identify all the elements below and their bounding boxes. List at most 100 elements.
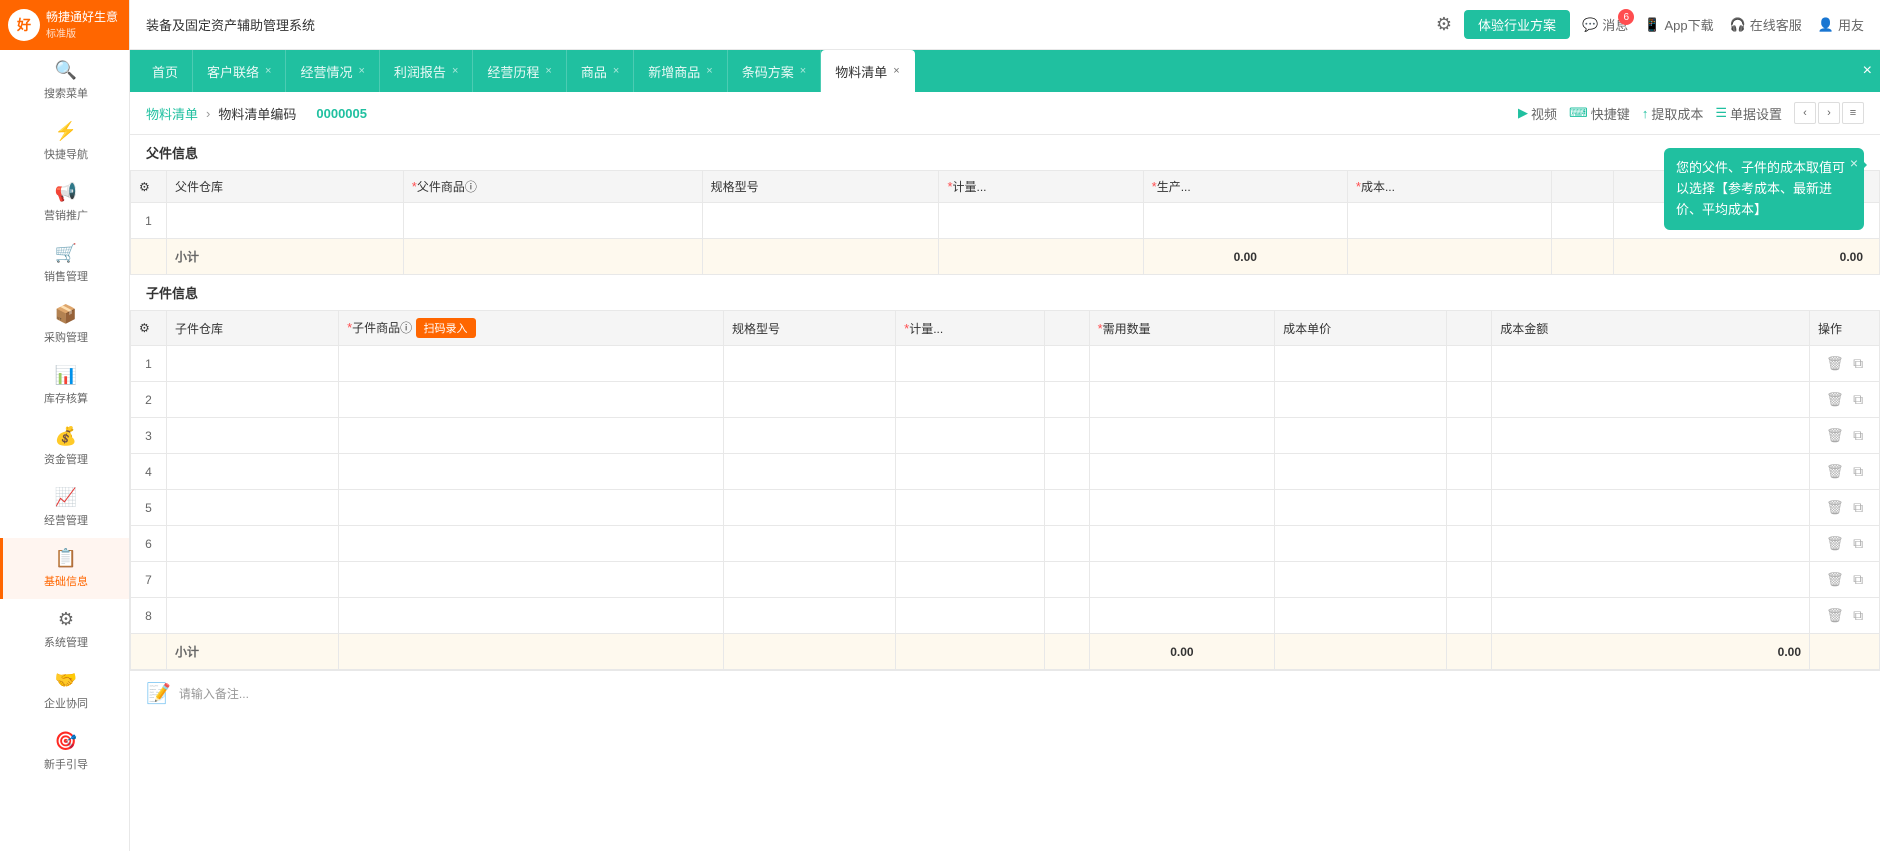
tab-operations-close[interactable]: × — [358, 65, 364, 77]
tab-customer[interactable]: 客户联络 × — [193, 50, 286, 92]
tab-add-goods[interactable]: 新增商品 × — [634, 50, 727, 92]
delete-icon-3[interactable]: 🗑 — [1826, 427, 1844, 443]
child-cell-unit-8[interactable] — [896, 598, 1044, 634]
parent-cell-prod-1[interactable] — [1143, 203, 1347, 239]
child-cell-unit-5[interactable] — [896, 490, 1044, 526]
child-cell-unit-6[interactable] — [896, 526, 1044, 562]
child-cell-goods-1[interactable] — [339, 346, 724, 382]
doc-settings-action[interactable]: ☰ 单据设置 — [1715, 104, 1782, 123]
sidebar-item-sales[interactable]: 🛒 销售管理 — [0, 233, 129, 294]
child-cell-unitprice-3[interactable] — [1275, 418, 1447, 454]
tab-goods-close[interactable]: × — [613, 65, 619, 77]
video-action[interactable]: ▶ 视频 — [1518, 104, 1557, 123]
child-cell-goods-3[interactable] — [339, 418, 724, 454]
child-cell-warehouse-8[interactable] — [167, 598, 339, 634]
child-cell-qty-4[interactable] — [1089, 454, 1275, 490]
copy-icon-3[interactable]: ⧉ — [1853, 427, 1863, 443]
child-cell-warehouse-3[interactable] — [167, 418, 339, 454]
sidebar-item-basic[interactable]: 📋 基础信息 — [0, 538, 129, 599]
child-cell-qty-5[interactable] — [1089, 490, 1275, 526]
tab-profit[interactable]: 利润报告 × — [380, 50, 473, 92]
child-cell-warehouse-2[interactable] — [167, 382, 339, 418]
child-cell-goods-7[interactable] — [339, 562, 724, 598]
child-cell-goods-8[interactable] — [339, 598, 724, 634]
child-cell-qty-6[interactable] — [1089, 526, 1275, 562]
child-cell-spec-2[interactable] — [724, 382, 896, 418]
sidebar-item-purchase[interactable]: 📦 采购管理 — [0, 294, 129, 355]
copy-icon-5[interactable]: ⧉ — [1853, 499, 1863, 515]
sidebar-item-enterprise[interactable]: 🤝 企业协同 — [0, 660, 129, 721]
delete-icon-4[interactable]: 🗑 — [1826, 463, 1844, 479]
child-cell-unit-1[interactable] — [896, 346, 1044, 382]
child-cell-goods-2[interactable] — [339, 382, 724, 418]
tab-goods[interactable]: 商品 × — [567, 50, 634, 92]
tab-add-goods-close[interactable]: × — [706, 65, 712, 77]
tab-history-close[interactable]: × — [545, 65, 551, 77]
child-cell-unitprice-4[interactable] — [1275, 454, 1447, 490]
sidebar-item-system[interactable]: ⚙ 系统管理 — [0, 599, 129, 660]
child-cell-goods-5[interactable] — [339, 490, 724, 526]
trial-button[interactable]: 体验行业方案 — [1464, 10, 1570, 39]
parent-cell-goods-1[interactable] — [403, 203, 702, 239]
copy-icon-7[interactable]: ⧉ — [1853, 571, 1863, 587]
child-cell-unit-7[interactable] — [896, 562, 1044, 598]
child-cell-spec-1[interactable] — [724, 346, 896, 382]
close-all-tabs[interactable]: × — [1863, 62, 1872, 80]
tab-history[interactable]: 经营历程 × — [473, 50, 566, 92]
tab-profit-close[interactable]: × — [452, 65, 458, 77]
tab-barcode-close[interactable]: × — [800, 65, 806, 77]
child-cell-qty-7[interactable] — [1089, 562, 1275, 598]
child-cell-warehouse-5[interactable] — [167, 490, 339, 526]
tab-bom[interactable]: 物料清单 × — [821, 50, 914, 92]
child-cell-warehouse-1[interactable] — [167, 346, 339, 382]
menu-arrow[interactable]: ≡ — [1842, 102, 1864, 124]
parent-cell-cost-1[interactable] — [1347, 203, 1551, 239]
shortcut-action[interactable]: ⌨ 快捷键 — [1569, 104, 1630, 123]
copy-icon-2[interactable]: ⧉ — [1853, 391, 1863, 407]
prev-arrow[interactable]: ‹ — [1794, 102, 1816, 124]
user-action[interactable]: 👤 用友 — [1818, 15, 1864, 34]
child-cell-spec-4[interactable] — [724, 454, 896, 490]
delete-icon-6[interactable]: 🗑 — [1826, 535, 1844, 551]
child-th-settings[interactable]: ⚙ — [131, 311, 167, 346]
tab-customer-close[interactable]: × — [265, 65, 271, 77]
child-cell-unit-4[interactable] — [896, 454, 1044, 490]
child-cell-spec-7[interactable] — [724, 562, 896, 598]
delete-icon-5[interactable]: 🗑 — [1826, 499, 1844, 515]
sidebar-item-marketing[interactable]: 📢 营销推广 — [0, 172, 129, 233]
breadcrumb-bom[interactable]: 物料清单 — [146, 104, 198, 123]
child-cell-qty-3[interactable] — [1089, 418, 1275, 454]
delete-icon-7[interactable]: 🗑 — [1826, 571, 1844, 587]
child-cell-unitprice-2[interactable] — [1275, 382, 1447, 418]
child-cell-warehouse-6[interactable] — [167, 526, 339, 562]
child-cell-qty-8[interactable] — [1089, 598, 1275, 634]
message-action[interactable]: 💬 消息 6 — [1582, 15, 1628, 34]
delete-icon-1[interactable]: 🗑 — [1826, 355, 1844, 371]
copy-icon-1[interactable]: ⧉ — [1853, 355, 1863, 371]
tab-operations[interactable]: 经营情况 × — [286, 50, 379, 92]
child-cell-spec-3[interactable] — [724, 418, 896, 454]
child-cell-qty-2[interactable] — [1089, 382, 1275, 418]
child-cell-unitprice-8[interactable] — [1275, 598, 1447, 634]
settings-button[interactable]: ⚙ — [1436, 14, 1452, 35]
child-cell-goods-4[interactable] — [339, 454, 724, 490]
child-cell-unit-3[interactable] — [896, 418, 1044, 454]
next-arrow[interactable]: › — [1818, 102, 1840, 124]
sidebar-item-finance[interactable]: 💰 资金管理 — [0, 416, 129, 477]
child-cell-spec-6[interactable] — [724, 526, 896, 562]
online-service-action[interactable]: 🎧 在线客服 — [1730, 15, 1802, 34]
parent-cell-warehouse-1[interactable] — [167, 203, 404, 239]
parent-th-settings[interactable]: ⚙ — [131, 171, 167, 203]
child-cell-unitprice-7[interactable] — [1275, 562, 1447, 598]
sidebar-item-operations[interactable]: 📈 经营管理 — [0, 477, 129, 538]
sidebar-item-quicknav[interactable]: ⚡ 快捷导航 — [0, 111, 129, 172]
child-cell-unit-2[interactable] — [896, 382, 1044, 418]
child-cell-goods-6[interactable] — [339, 526, 724, 562]
child-cell-spec-5[interactable] — [724, 490, 896, 526]
delete-icon-2[interactable]: 🗑 — [1826, 391, 1844, 407]
tooltip-close-button[interactable]: × — [1850, 152, 1858, 174]
child-cell-qty-1[interactable] — [1089, 346, 1275, 382]
copy-icon-6[interactable]: ⧉ — [1853, 535, 1863, 551]
child-cell-unitprice-6[interactable] — [1275, 526, 1447, 562]
parent-cell-unit-1[interactable] — [939, 203, 1143, 239]
